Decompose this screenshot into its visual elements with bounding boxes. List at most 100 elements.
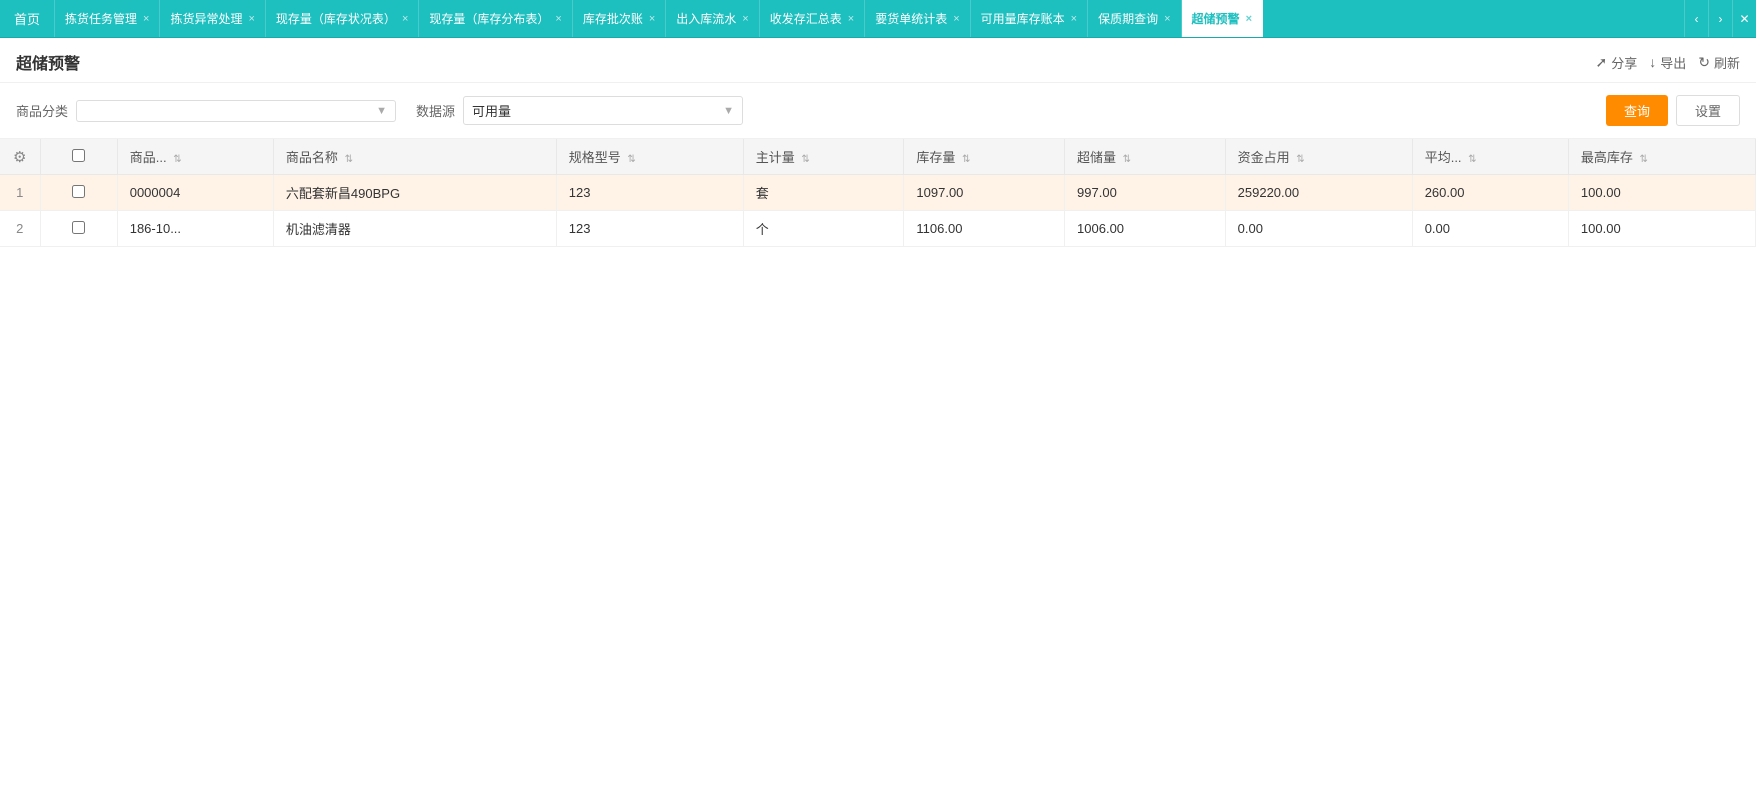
top-nav: 首页拣货任务管理×拣货异常处理×现存量（库存状况表）×现存量（库存分布表）×库存… xyxy=(0,0,1756,38)
row-num: 1 xyxy=(0,175,40,211)
nav-tab-batch[interactable]: 库存批次账× xyxy=(573,0,666,37)
nav-tab-quality[interactable]: 保质期查询× xyxy=(1088,0,1181,37)
row-product-name: 机油滤清器 xyxy=(273,211,556,247)
nav-tab-collect[interactable]: 收发存汇总表× xyxy=(760,0,865,37)
sort-overstock-qty-icon: ⇅ xyxy=(1123,154,1131,165)
page-title: 超储预警 xyxy=(16,50,80,74)
nav-tab-close-stock-status[interactable]: × xyxy=(402,13,408,25)
datasource-filter: 数据源 可用量 ▼ xyxy=(416,96,743,125)
nav-tab-abnormal[interactable]: 拣货异常处理× xyxy=(160,0,265,37)
col-unit[interactable]: 主计量 ⇅ xyxy=(743,139,904,175)
row-overstock-qty: 997.00 xyxy=(1065,175,1226,211)
col-overstock-qty[interactable]: 超储量 ⇅ xyxy=(1065,139,1226,175)
nav-tab-close-quality[interactable]: × xyxy=(1164,13,1170,25)
nav-tab-close-available[interactable]: × xyxy=(1071,13,1077,25)
row-spec: 123 xyxy=(556,175,743,211)
nav-tab-close-task-mgmt[interactable]: × xyxy=(143,13,149,25)
nav-tab-home[interactable]: 首页 xyxy=(0,0,55,37)
datasource-value: 可用量 xyxy=(472,101,723,120)
sort-avg-icon: ⇅ xyxy=(1468,154,1476,165)
nav-tab-close-batch[interactable]: × xyxy=(649,13,655,25)
settings-gear-icon[interactable]: ⚙ xyxy=(13,149,26,166)
table-row: 10000004六配套新昌490BPG123套1097.00997.002592… xyxy=(0,175,1756,211)
row-avg: 260.00 xyxy=(1412,175,1568,211)
row-num: 2 xyxy=(0,211,40,247)
row-product-name: 六配套新昌490BPG xyxy=(273,175,556,211)
nav-tab-order-stat[interactable]: 要货单统计表× xyxy=(865,0,970,37)
col-checkbox xyxy=(40,139,117,175)
col-avg[interactable]: 平均... ⇅ xyxy=(1412,139,1568,175)
nav-close-all-button[interactable]: ✕ xyxy=(1732,0,1756,37)
row-avg: 0.00 xyxy=(1412,211,1568,247)
query-button[interactable]: 查询 xyxy=(1606,95,1668,126)
share-icon: ➚ xyxy=(1595,54,1607,71)
nav-arrows: ‹ › ✕ xyxy=(1684,0,1756,37)
row-checkbox xyxy=(40,175,117,211)
page-container: 超储预警 ➚ 分享 ↓ 导出 ↻ 刷新 商品分类 ▼ 数据源 xyxy=(0,38,1756,800)
share-button[interactable]: ➚ 分享 xyxy=(1595,53,1637,72)
refresh-icon: ↻ xyxy=(1698,54,1710,71)
filter-actions: 查询 设置 xyxy=(1606,95,1740,126)
nav-tab-close-order-stat[interactable]: × xyxy=(953,13,959,25)
sort-product-name-icon: ⇅ xyxy=(345,154,353,165)
sort-max-stock-icon: ⇅ xyxy=(1640,154,1648,165)
row-select-checkbox[interactable] xyxy=(72,185,85,198)
row-select-checkbox[interactable] xyxy=(72,221,85,234)
row-stock-qty: 1097.00 xyxy=(904,175,1065,211)
export-button[interactable]: ↓ 导出 xyxy=(1649,53,1686,72)
row-unit: 套 xyxy=(743,175,904,211)
nav-tab-task-mgmt[interactable]: 拣货任务管理× xyxy=(55,0,160,37)
col-stock-qty[interactable]: 库存量 ⇅ xyxy=(904,139,1065,175)
settings-button[interactable]: 设置 xyxy=(1676,95,1740,126)
header-actions: ➚ 分享 ↓ 导出 ↻ 刷新 xyxy=(1595,53,1740,72)
datasource-select[interactable]: 可用量 ▼ xyxy=(463,96,743,125)
col-product-code[interactable]: 商品... ⇅ xyxy=(117,139,273,175)
category-filter: 商品分类 ▼ xyxy=(16,100,396,122)
row-max-stock: 100.00 xyxy=(1568,211,1755,247)
data-table: ⚙ 商品... ⇅ 商品名称 ⇅ 规格型号 ⇅ xyxy=(0,139,1756,247)
nav-tab-available[interactable]: 可用量库存账本× xyxy=(971,0,1088,37)
sort-spec-icon: ⇅ xyxy=(627,154,635,165)
nav-tab-close-inout[interactable]: × xyxy=(742,13,748,25)
nav-tab-close-collect[interactable]: × xyxy=(848,13,854,25)
nav-next-button[interactable]: › xyxy=(1708,0,1732,37)
nav-tab-close-stock-dist[interactable]: × xyxy=(555,13,561,25)
row-product-code: 186-10... xyxy=(117,211,273,247)
page-header: 超储预警 ➚ 分享 ↓ 导出 ↻ 刷新 xyxy=(0,38,1756,83)
table-row: 2186-10...机油滤清器123个1106.001006.000.000.0… xyxy=(0,211,1756,247)
col-capital-use[interactable]: 资金占用 ⇅ xyxy=(1225,139,1412,175)
nav-prev-button[interactable]: ‹ xyxy=(1684,0,1708,37)
sort-unit-icon: ⇅ xyxy=(801,154,809,165)
category-select[interactable]: ▼ xyxy=(76,100,396,122)
row-spec: 123 xyxy=(556,211,743,247)
datasource-arrow-icon: ▼ xyxy=(723,105,734,117)
nav-tab-close-abnormal[interactable]: × xyxy=(248,13,254,25)
export-icon: ↓ xyxy=(1649,54,1656,70)
col-settings: ⚙ xyxy=(0,139,40,175)
sort-stock-qty-icon: ⇅ xyxy=(962,154,970,165)
filter-row: 商品分类 ▼ 数据源 可用量 ▼ 查询 设置 xyxy=(0,83,1756,139)
nav-tab-stock-dist[interactable]: 现存量（库存分布表）× xyxy=(419,0,572,37)
nav-tab-inout[interactable]: 出入库流水× xyxy=(666,0,759,37)
refresh-button[interactable]: ↻ 刷新 xyxy=(1698,53,1740,72)
row-capital-use: 0.00 xyxy=(1225,211,1412,247)
col-product-name[interactable]: 商品名称 ⇅ xyxy=(273,139,556,175)
datasource-label: 数据源 xyxy=(416,101,455,120)
col-spec[interactable]: 规格型号 ⇅ xyxy=(556,139,743,175)
sort-product-code-icon: ⇅ xyxy=(173,154,181,165)
row-overstock-qty: 1006.00 xyxy=(1065,211,1226,247)
col-max-stock[interactable]: 最高库存 ⇅ xyxy=(1568,139,1755,175)
nav-tab-close-overstock[interactable]: × xyxy=(1246,13,1252,25)
row-product-code: 0000004 xyxy=(117,175,273,211)
select-all-checkbox[interactable] xyxy=(72,149,85,162)
row-max-stock: 100.00 xyxy=(1568,175,1755,211)
row-stock-qty: 1106.00 xyxy=(904,211,1065,247)
row-checkbox xyxy=(40,211,117,247)
category-arrow-icon: ▼ xyxy=(376,105,387,117)
table-header-row: ⚙ 商品... ⇅ 商品名称 ⇅ 规格型号 ⇅ xyxy=(0,139,1756,175)
nav-tab-overstock[interactable]: 超储预警× xyxy=(1182,0,1263,37)
row-unit: 个 xyxy=(743,211,904,247)
category-label: 商品分类 xyxy=(16,101,68,120)
nav-tab-stock-status[interactable]: 现存量（库存状况表）× xyxy=(266,0,419,37)
table-container: ⚙ 商品... ⇅ 商品名称 ⇅ 规格型号 ⇅ xyxy=(0,139,1756,247)
